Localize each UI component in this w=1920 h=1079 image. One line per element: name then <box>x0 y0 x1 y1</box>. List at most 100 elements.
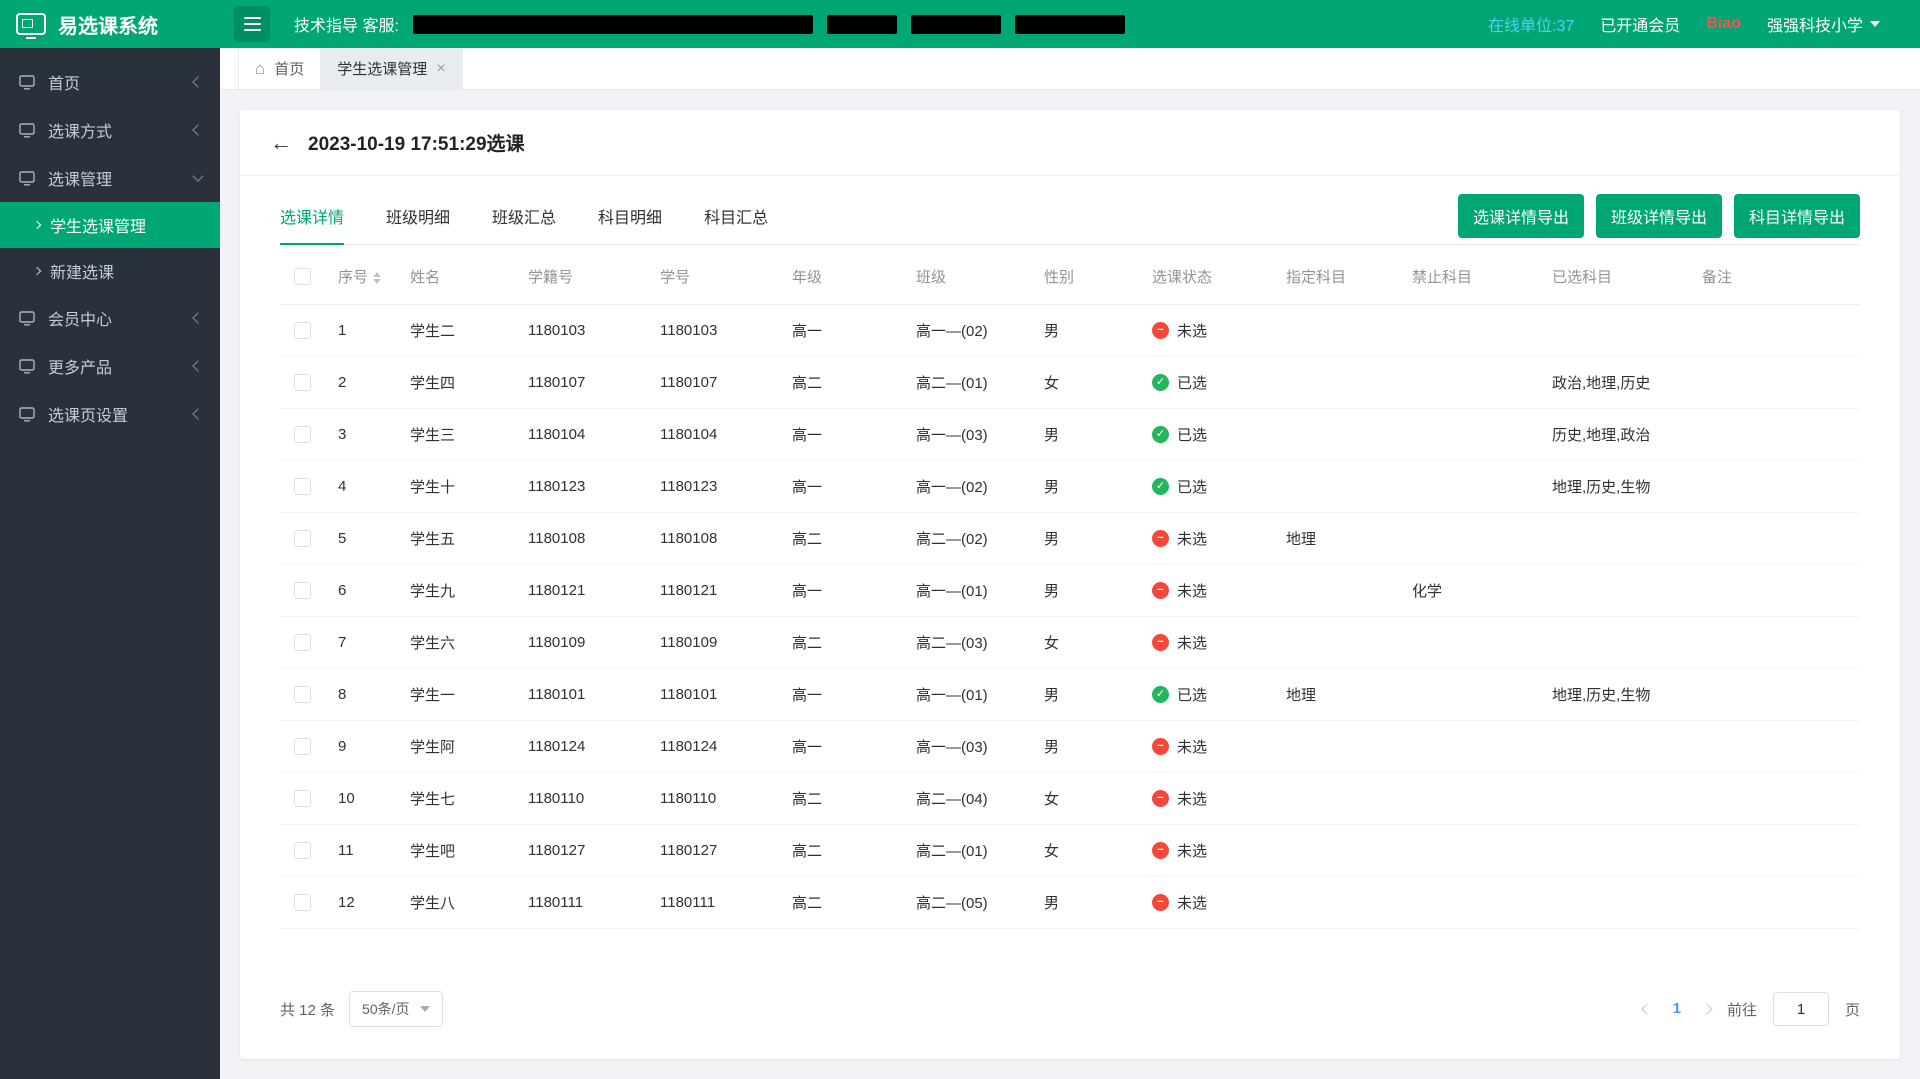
row-checkbox[interactable] <box>294 790 311 807</box>
row-checkbox[interactable] <box>294 478 311 495</box>
detail-tab-科目明细[interactable]: 科目明细 <box>598 190 662 244</box>
sidebar-item-label: 选课管理 <box>48 166 112 190</box>
row-checkbox[interactable] <box>294 738 311 755</box>
cell-num: 2 <box>330 357 402 409</box>
cell-chosen <box>1544 617 1694 669</box>
table-row: 12学生八11801111180111高二高二—(05)男−未选 <box>280 877 1860 929</box>
status-text: 未选 <box>1177 528 1207 549</box>
row-checkbox[interactable] <box>294 686 311 703</box>
table-row: 10学生七11801101180110高二高二—(04)女−未选 <box>280 773 1860 825</box>
column-header-学籍号: 学籍号 <box>520 249 652 305</box>
back-icon[interactable]: ← <box>270 132 292 154</box>
cell-remark <box>1694 721 1860 773</box>
cell-num: 1 <box>330 305 402 357</box>
status-text: 已选 <box>1177 424 1207 445</box>
cell-class: 高一—(01) <box>908 669 1036 721</box>
status-unselected-icon: − <box>1152 582 1169 599</box>
chevron-icon <box>192 360 203 371</box>
sidebar-item-label: 首页 <box>48 70 80 94</box>
sidebar-toggle-button[interactable] <box>234 6 270 42</box>
cell-num: 7 <box>330 617 402 669</box>
sidebar-item-选课方式[interactable]: 选课方式 <box>0 106 220 154</box>
cell-class: 高一—(01) <box>908 565 1036 617</box>
cell-chosen <box>1544 305 1694 357</box>
detail-tab-选课详情[interactable]: 选课详情 <box>280 190 344 245</box>
row-checkbox[interactable] <box>294 582 311 599</box>
tab-label: 学生选课管理 <box>337 58 427 79</box>
tab-home[interactable]: ⌂ 首页 <box>238 48 321 89</box>
member-badge[interactable]: 已开通会员 <box>1600 12 1680 36</box>
status-unselected-icon: − <box>1152 634 1169 651</box>
table-row: 3学生三11801041180104高一高一—(03)男✓已选历史,地理,政治 <box>280 409 1860 461</box>
cell-class: 高二—(01) <box>908 825 1036 877</box>
export-buttons: 选课详情导出班级详情导出科目详情导出 <box>1458 194 1860 238</box>
redacted-contact-bar <box>1015 15 1125 34</box>
cell-status: −未选 <box>1144 773 1278 825</box>
table-body: 1学生二11801031180103高一高一—(02)男−未选2学生四11801… <box>280 305 1860 929</box>
cell-name: 学生一 <box>402 669 520 721</box>
detail-tabs: 选课详情班级明细班级汇总科目明细科目汇总 <box>280 190 810 244</box>
cell-stu_no: 1180121 <box>652 565 784 617</box>
cell-stu_no: 1180111 <box>652 877 784 929</box>
detail-tab-科目汇总[interactable]: 科目汇总 <box>704 190 768 244</box>
goto-page-input[interactable] <box>1773 992 1829 1026</box>
cell-forbidden <box>1404 877 1544 929</box>
cell-status: −未选 <box>1144 825 1278 877</box>
cell-status: ✓已选 <box>1144 409 1278 461</box>
cell-num: 10 <box>330 773 402 825</box>
detail-tab-班级明细[interactable]: 班级明细 <box>386 190 450 244</box>
cell-grade: 高二 <box>784 877 908 929</box>
prev-page-icon[interactable] <box>1641 1003 1652 1014</box>
row-checkbox[interactable] <box>294 634 311 651</box>
table-row: 2学生四11801071180107高二高二—(01)女✓已选政治,地理,历史 <box>280 357 1860 409</box>
user-flag[interactable]: Biao <box>1706 15 1741 33</box>
sort-icon[interactable] <box>373 272 381 284</box>
cell-remark <box>1694 877 1860 929</box>
cell-status: ✓已选 <box>1144 669 1278 721</box>
sidebar-item-选课页设置[interactable]: 选课页设置 <box>0 390 220 438</box>
row-checkbox[interactable] <box>294 374 311 391</box>
export-button-班级详情导出[interactable]: 班级详情导出 <box>1596 194 1722 238</box>
org-dropdown[interactable]: 强强科技小学 <box>1767 12 1880 36</box>
sidebar-subitem-新建选课[interactable]: 新建选课 <box>0 248 220 294</box>
row-checkbox[interactable] <box>294 426 311 443</box>
page-size-value: 50条/页 <box>362 999 409 1019</box>
row-checkbox[interactable] <box>294 894 311 911</box>
sidebar-item-更多产品[interactable]: 更多产品 <box>0 342 220 390</box>
app-logo-icon <box>16 13 46 35</box>
page-title: 2023-10-19 17:51:29选课 <box>308 129 525 156</box>
cell-status: −未选 <box>1144 513 1278 565</box>
cell-grade: 高二 <box>784 357 908 409</box>
page-size-select[interactable]: 50条/页 <box>349 991 442 1027</box>
tab-student-course-manage[interactable]: 学生选课管理 × <box>321 48 462 89</box>
status-unselected-icon: − <box>1152 530 1169 547</box>
export-button-科目详情导出[interactable]: 科目详情导出 <box>1734 194 1860 238</box>
cell-assigned <box>1278 305 1404 357</box>
column-header-序号[interactable]: 序号 <box>330 249 402 305</box>
sidebar-item-会员中心[interactable]: 会员中心 <box>0 294 220 342</box>
sidebar-item-选课管理[interactable]: 选课管理 <box>0 154 220 202</box>
close-icon[interactable]: × <box>436 61 445 77</box>
cell-name: 学生九 <box>402 565 520 617</box>
sidebar-item-首页[interactable]: 首页 <box>0 58 220 106</box>
table-row: 5学生五11801081180108高二高二—(02)男−未选地理 <box>280 513 1860 565</box>
next-page-icon[interactable] <box>1701 1003 1712 1014</box>
sidebar-subitem-学生选课管理[interactable]: 学生选课管理 <box>0 202 220 248</box>
export-button-选课详情导出[interactable]: 选课详情导出 <box>1458 194 1584 238</box>
page-number-1[interactable]: 1 <box>1667 1000 1687 1017</box>
detail-tab-班级汇总[interactable]: 班级汇总 <box>492 190 556 244</box>
cell-class: 高二—(05) <box>908 877 1036 929</box>
row-checkbox[interactable] <box>294 842 311 859</box>
total-count: 共 12 条 <box>280 999 335 1020</box>
status-unselected-icon: − <box>1152 790 1169 807</box>
row-checkbox[interactable] <box>294 322 311 339</box>
cell-num: 5 <box>330 513 402 565</box>
cell-grade: 高一 <box>784 721 908 773</box>
row-checkbox[interactable] <box>294 530 311 547</box>
cell-class: 高二—(04) <box>908 773 1036 825</box>
cell-reg_no: 1180121 <box>520 565 652 617</box>
select-all-checkbox[interactable] <box>294 268 311 285</box>
cell-reg_no: 1180108 <box>520 513 652 565</box>
cell-assigned <box>1278 773 1404 825</box>
cell-gender: 女 <box>1036 357 1144 409</box>
